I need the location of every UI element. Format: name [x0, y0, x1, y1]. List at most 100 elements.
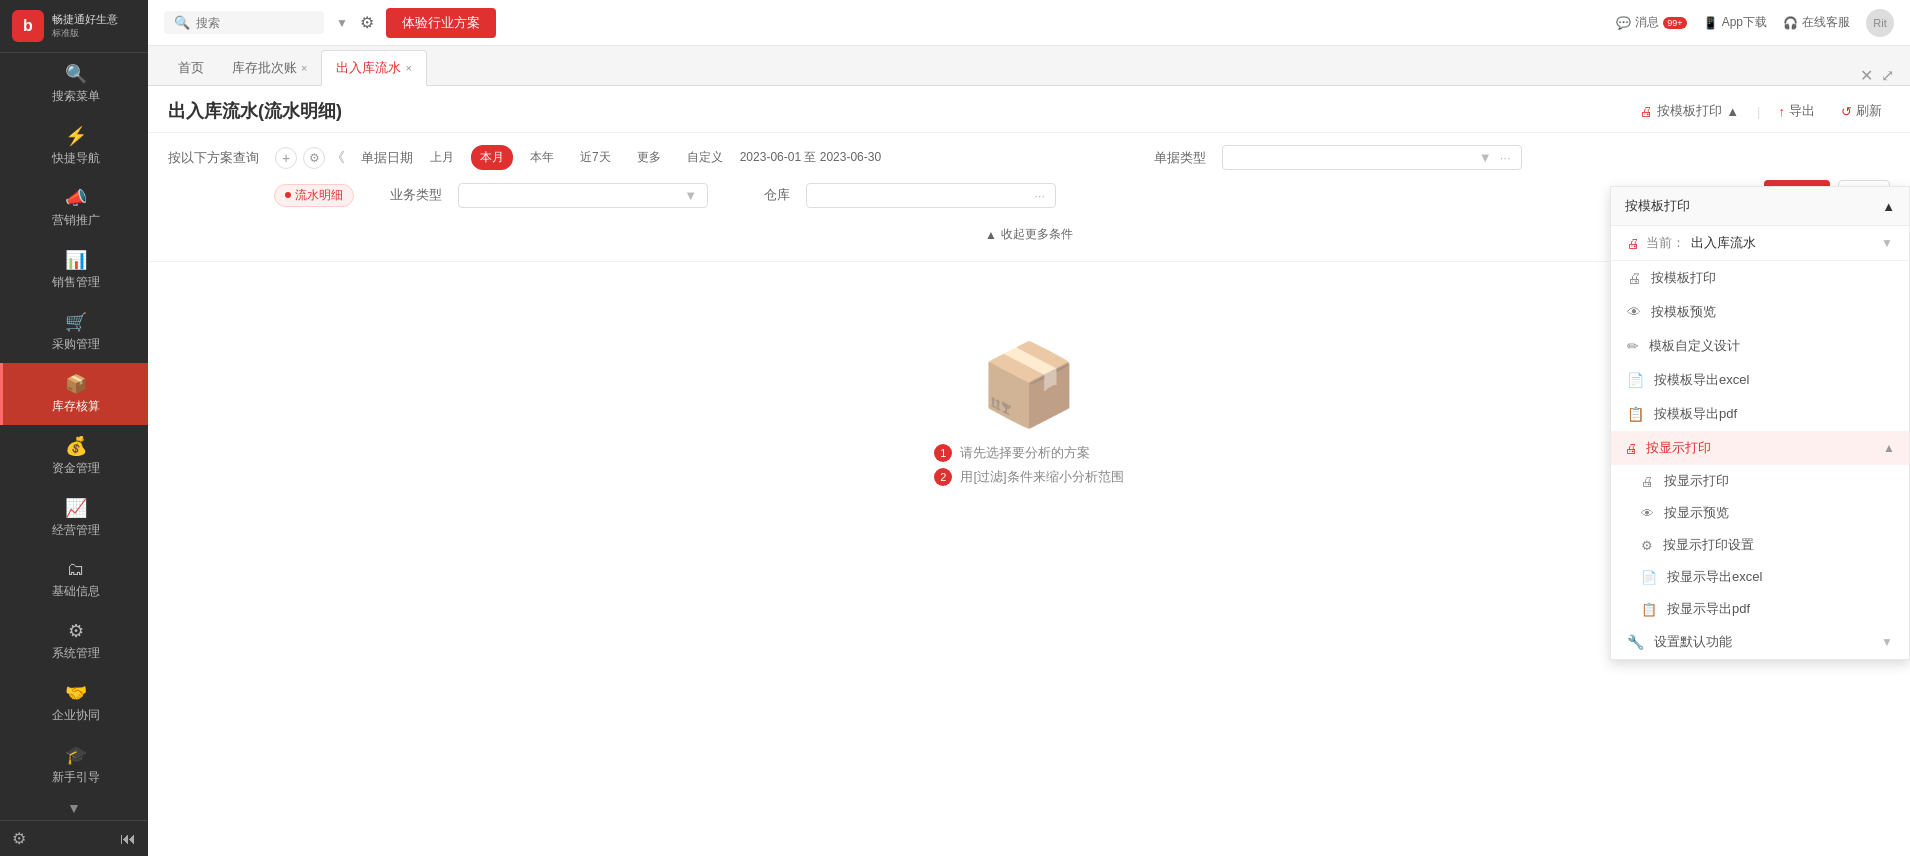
display-section-icon: 🖨: [1625, 441, 1638, 456]
sidebar-item-system[interactable]: ⚙ 系统管理: [0, 610, 148, 672]
step-1-text: 请先选择要分析的方案: [960, 444, 1090, 462]
tab-home[interactable]: 首页: [164, 51, 218, 85]
dropdown-display-excel[interactable]: 📄 按显示导出excel: [1611, 561, 1909, 593]
search-arrow[interactable]: ▼: [336, 16, 348, 30]
date-btn-7days[interactable]: 近7天: [571, 145, 620, 170]
current-icon: 🖨: [1627, 236, 1640, 251]
sidebar-item-inventory[interactable]: 📦 库存核算: [0, 363, 148, 425]
dropdown-template-preview[interactable]: 👁 按模板预览: [1611, 295, 1909, 329]
current-value: 出入库流水: [1691, 234, 1756, 252]
app-download-btn[interactable]: 📱 App下载: [1703, 14, 1767, 31]
filter-actions: + ⚙ 《: [275, 147, 345, 169]
sidebar-item-label-inventory: 库存核算: [52, 398, 100, 415]
sidebar-nav: 🔍 搜索菜单 ⚡ 快捷导航 📣 营销推广 📊 销售管理 🛒 采购管理 📦 库存核…: [0, 53, 148, 796]
refresh-btn[interactable]: ↺ 刷新: [1833, 98, 1890, 124]
sidebar: b 畅捷通好生意 标准版 🔍 搜索菜单 ⚡ 快捷导航 📣 营销推广 📊 销售管理…: [0, 0, 148, 856]
export-label: 导出: [1789, 102, 1815, 120]
collapse-icon[interactable]: ⏮: [120, 830, 136, 848]
voucher-more-icon[interactable]: ···: [1500, 150, 1511, 165]
search-box[interactable]: 🔍: [164, 11, 324, 34]
tab-flow-close[interactable]: ×: [405, 62, 411, 74]
user-avatar[interactable]: Rit: [1866, 9, 1894, 37]
online-service-label: 在线客服: [1802, 14, 1850, 31]
dropdown-template-excel[interactable]: 📄 按模板导出excel: [1611, 363, 1909, 397]
tab-home-label: 首页: [178, 59, 204, 77]
sidebar-item-quick-nav[interactable]: ⚡ 快捷导航: [0, 115, 148, 177]
date-btn-current-month[interactable]: 本月: [471, 145, 513, 170]
date-btn-prev-month[interactable]: 上月: [421, 145, 463, 170]
warehouse-more[interactable]: ···: [1034, 188, 1045, 203]
settings-icon[interactable]: ⚙: [12, 829, 26, 848]
sidebar-item-sales[interactable]: 📊 销售管理: [0, 239, 148, 301]
business-type-select[interactable]: ▼: [458, 183, 708, 208]
sidebar-bottom: ⚙ ⏮: [0, 820, 148, 856]
sidebar-item-guide[interactable]: 🎓 新手引导: [0, 734, 148, 796]
voucher-type-select[interactable]: ▼ ···: [1222, 145, 1522, 170]
close-window-btn[interactable]: ✕: [1860, 66, 1873, 85]
dropdown-display-preview[interactable]: 👁 按显示预览: [1611, 497, 1909, 529]
message-btn[interactable]: 💬 消息 99+: [1616, 14, 1686, 31]
sidebar-item-label-enterprise: 企业协同: [52, 707, 100, 724]
dropdown-template-print[interactable]: 🖨 按模板打印: [1611, 261, 1909, 295]
filter-add-btn[interactable]: +: [275, 147, 297, 169]
sidebar-item-label-finance: 资金管理: [52, 460, 100, 477]
sidebar-item-label-system: 系统管理: [52, 645, 100, 662]
dropdown-collapse-icon[interactable]: ▲: [1882, 199, 1895, 214]
sidebar-item-search[interactable]: 🔍 搜索菜单: [0, 53, 148, 115]
sidebar-item-label-marketing: 营销推广: [52, 212, 100, 229]
print-btn[interactable]: 🖨 按模板打印 ▲: [1632, 98, 1747, 124]
filter-collapse-btn[interactable]: 《: [331, 149, 345, 167]
active-tag[interactable]: 流水明细: [274, 184, 354, 207]
tab-batch-close[interactable]: ×: [301, 62, 307, 74]
page-header: 出入库流水(流水明细) 🖨 按模板打印 ▲ | ↑ 导出 ↺ 刷新: [148, 86, 1910, 133]
dropdown-default-setting[interactable]: 🔧 设置默认功能 ▼: [1611, 625, 1909, 659]
tpl-pdf-icon: 📋: [1627, 406, 1644, 422]
topbar-gear-icon[interactable]: ⚙: [360, 13, 374, 32]
sidebar-item-basic[interactable]: 🗂 基础信息: [0, 549, 148, 610]
dropdown-display-settings[interactable]: ⚙ 按显示打印设置: [1611, 529, 1909, 561]
search-input[interactable]: [196, 16, 276, 30]
collapse-more-btn[interactable]: ▲ 收起更多条件: [985, 226, 1073, 243]
current-expand[interactable]: ▼: [1881, 236, 1893, 250]
sidebar-item-label-guide: 新手引导: [52, 769, 100, 786]
maximize-btn[interactable]: ⤢: [1881, 66, 1894, 85]
app-icon: 📱: [1703, 16, 1718, 30]
sidebar-item-operations[interactable]: 📈 经营管理: [0, 487, 148, 549]
date-btn-custom[interactable]: 自定义: [678, 145, 732, 170]
app-logo: b 畅捷通好生意 标准版: [0, 0, 148, 53]
dropdown-display-pdf[interactable]: 📋 按显示导出pdf: [1611, 593, 1909, 625]
empty-steps: 1 请先选择要分析的方案 2 用[过滤]条件来缩小分析范围: [934, 444, 1123, 486]
tab-flow[interactable]: 出入库流水 ×: [321, 50, 426, 86]
dropdown-template-pdf[interactable]: 📋 按模板导出pdf: [1611, 397, 1909, 431]
basic-icon: 🗂: [67, 559, 85, 580]
filter-setting-btn[interactable]: ⚙: [303, 147, 325, 169]
search-icon: 🔍: [65, 63, 87, 85]
tab-batch[interactable]: 库存批次账 ×: [218, 51, 321, 85]
dropdown-display-print[interactable]: 🖨 按显示打印: [1611, 465, 1909, 497]
warehouse-select[interactable]: ···: [806, 183, 1056, 208]
tpl-print-label: 按模板打印: [1651, 269, 1716, 287]
sidebar-item-finance[interactable]: 💰 资金管理: [0, 425, 148, 487]
date-filter: 单据日期 上月 本月 本年 近7天 更多 自定义 2023-06-01 至 20…: [361, 145, 1098, 170]
print-icon: 🖨: [1640, 104, 1653, 119]
sidebar-item-purchase[interactable]: 🛒 采购管理: [0, 301, 148, 363]
default-expand: ▼: [1881, 635, 1893, 649]
export-btn[interactable]: ↑ 导出: [1771, 98, 1824, 124]
date-btn-year[interactable]: 本年: [521, 145, 563, 170]
sales-icon: 📊: [65, 249, 87, 271]
date-range: 2023-06-01 至 2023-06-30: [740, 149, 881, 166]
display-section-header[interactable]: 🖨 按显示打印 ▲: [1611, 431, 1909, 465]
sidebar-item-label-sales: 销售管理: [52, 274, 100, 291]
sidebar-item-label-quick-nav: 快捷导航: [52, 150, 100, 167]
industry-btn[interactable]: 体验行业方案: [386, 8, 496, 38]
print-label: 按模板打印: [1657, 102, 1722, 120]
message-badge: 99+: [1663, 17, 1686, 29]
tpl-pdf-label: 按模板导出pdf: [1654, 405, 1737, 423]
online-service-btn[interactable]: 🎧 在线客服: [1783, 14, 1850, 31]
dropdown-title: 按模板打印: [1625, 197, 1690, 215]
sidebar-item-enterprise[interactable]: 🤝 企业协同: [0, 672, 148, 734]
dropdown-template-custom[interactable]: ✏ 模板自定义设计: [1611, 329, 1909, 363]
date-btn-more[interactable]: 更多: [628, 145, 670, 170]
sidebar-item-marketing[interactable]: 📣 营销推广: [0, 177, 148, 239]
display-expand-icon[interactable]: ▲: [1883, 441, 1895, 455]
